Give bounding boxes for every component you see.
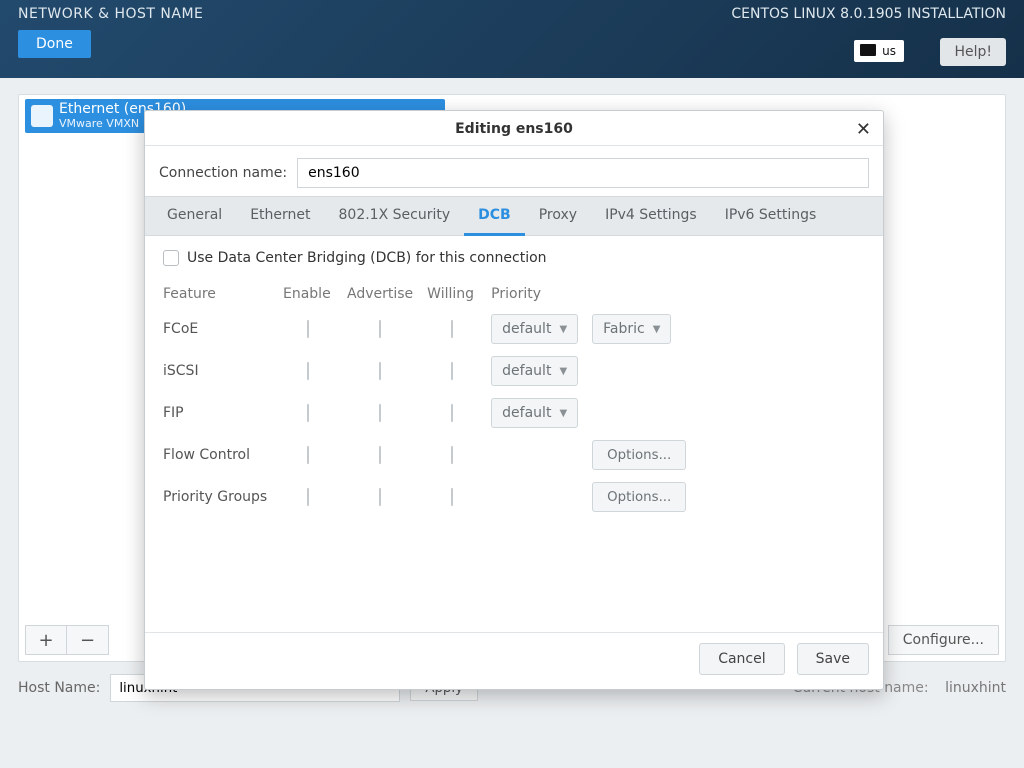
- iscsi-willing-checkbox[interactable]: [451, 362, 453, 380]
- cancel-button[interactable]: Cancel: [699, 643, 784, 675]
- feature-label: FIP: [163, 398, 283, 428]
- tab-ipv4-settings[interactable]: IPv4 Settings: [591, 197, 711, 235]
- help-button[interactable]: Help!: [940, 38, 1006, 66]
- installer-top-bar: NETWORK & HOST NAME CENTOS LINUX 8.0.190…: [0, 0, 1024, 78]
- tab-dcb[interactable]: DCB: [464, 197, 525, 236]
- iscsi-enable-checkbox[interactable]: [307, 362, 309, 380]
- col-enable: Enable: [283, 286, 347, 302]
- fcoe-priority-dropdown[interactable]: default ▼: [491, 314, 578, 344]
- fip-priority-dropdown[interactable]: default ▼: [491, 398, 578, 428]
- connection-name-input[interactable]: [297, 158, 869, 188]
- flow-advertise-checkbox[interactable]: [379, 446, 381, 464]
- chevron-down-icon: ▼: [559, 408, 567, 419]
- iscsi-advertise-checkbox[interactable]: [379, 362, 381, 380]
- fip-enable-checkbox[interactable]: [307, 404, 309, 422]
- remove-interface-button[interactable]: −: [67, 625, 109, 655]
- col-willing: Willing: [427, 286, 491, 302]
- dcb-enable-label: Use Data Center Bridging (DCB) for this …: [187, 250, 547, 266]
- col-feature: Feature: [163, 286, 283, 302]
- tab-general[interactable]: General: [153, 197, 236, 235]
- chevron-down-icon: ▼: [559, 324, 567, 335]
- dcb-row-fip: FIP default ▼: [163, 398, 700, 428]
- pg-enable-checkbox[interactable]: [307, 488, 309, 506]
- col-advertise: Advertise: [347, 286, 427, 302]
- add-remove-group: + −: [25, 625, 109, 655]
- dcb-row-flow-control: Flow Control Options...: [163, 440, 700, 470]
- fcoe-enable-checkbox[interactable]: [307, 320, 309, 338]
- done-button[interactable]: Done: [18, 30, 91, 58]
- fcoe-mode-dropdown[interactable]: Fabric ▼: [592, 314, 671, 344]
- ethernet-icon: [31, 105, 53, 127]
- current-hostname-value: linuxhint: [945, 680, 1006, 696]
- dcb-enable-row[interactable]: Use Data Center Bridging (DCB) for this …: [163, 250, 865, 266]
- flow-willing-checkbox[interactable]: [451, 446, 453, 464]
- chevron-down-icon: ▼: [653, 324, 661, 335]
- dialog-footer: Cancel Save: [145, 632, 883, 689]
- add-interface-button[interactable]: +: [25, 625, 67, 655]
- flow-enable-checkbox[interactable]: [307, 446, 309, 464]
- close-icon[interactable]: ✕: [856, 119, 871, 140]
- fcoe-advertise-checkbox[interactable]: [379, 320, 381, 338]
- feature-label: Priority Groups: [163, 482, 283, 512]
- fip-advertise-checkbox[interactable]: [379, 404, 381, 422]
- configure-button[interactable]: Configure...: [888, 625, 999, 655]
- dcb-row-iscsi: iSCSI default ▼: [163, 356, 700, 386]
- dialog-body: Use Data Center Bridging (DCB) for this …: [145, 236, 883, 632]
- feature-label: Flow Control: [163, 440, 283, 470]
- dcb-row-fcoe: FCoE default ▼ Fabric ▼: [163, 314, 700, 344]
- dcb-enable-checkbox[interactable]: [163, 250, 179, 266]
- keyboard-indicator[interactable]: us: [854, 40, 904, 62]
- hostname-label: Host Name:: [18, 680, 100, 696]
- chevron-down-icon: ▼: [559, 366, 567, 377]
- tab-proxy[interactable]: Proxy: [525, 197, 591, 235]
- tab-ethernet[interactable]: Ethernet: [236, 197, 324, 235]
- edit-connection-dialog: Editing ens160 ✕ Connection name: Genera…: [144, 110, 884, 690]
- iscsi-priority-dropdown[interactable]: default ▼: [491, 356, 578, 386]
- dialog-title-bar: Editing ens160 ✕: [145, 111, 883, 146]
- dcb-header-row: Feature Enable Advertise Willing Priorit…: [163, 286, 700, 302]
- feature-label: FCoE: [163, 314, 283, 344]
- dcb-feature-table: Feature Enable Advertise Willing Priorit…: [163, 274, 700, 524]
- flow-options-button[interactable]: Options...: [592, 440, 686, 470]
- feature-label: iSCSI: [163, 356, 283, 386]
- col-priority: Priority: [491, 286, 592, 302]
- tab-8021x-security[interactable]: 802.1X Security: [325, 197, 465, 235]
- pg-advertise-checkbox[interactable]: [379, 488, 381, 506]
- connection-name-row: Connection name:: [145, 146, 883, 196]
- dcb-row-priority-groups: Priority Groups Options...: [163, 482, 700, 512]
- fip-willing-checkbox[interactable]: [451, 404, 453, 422]
- save-button[interactable]: Save: [797, 643, 869, 675]
- fcoe-willing-checkbox[interactable]: [451, 320, 453, 338]
- dialog-tabs: General Ethernet 802.1X Security DCB Pro…: [145, 196, 883, 236]
- installer-title: CENTOS LINUX 8.0.1905 INSTALLATION: [731, 6, 1006, 22]
- keyboard-layout-label: us: [882, 44, 896, 58]
- pg-willing-checkbox[interactable]: [451, 488, 453, 506]
- dialog-title: Editing ens160: [455, 121, 573, 137]
- pg-options-button[interactable]: Options...: [592, 482, 686, 512]
- tab-ipv6-settings[interactable]: IPv6 Settings: [711, 197, 831, 235]
- connection-name-label: Connection name:: [159, 165, 287, 181]
